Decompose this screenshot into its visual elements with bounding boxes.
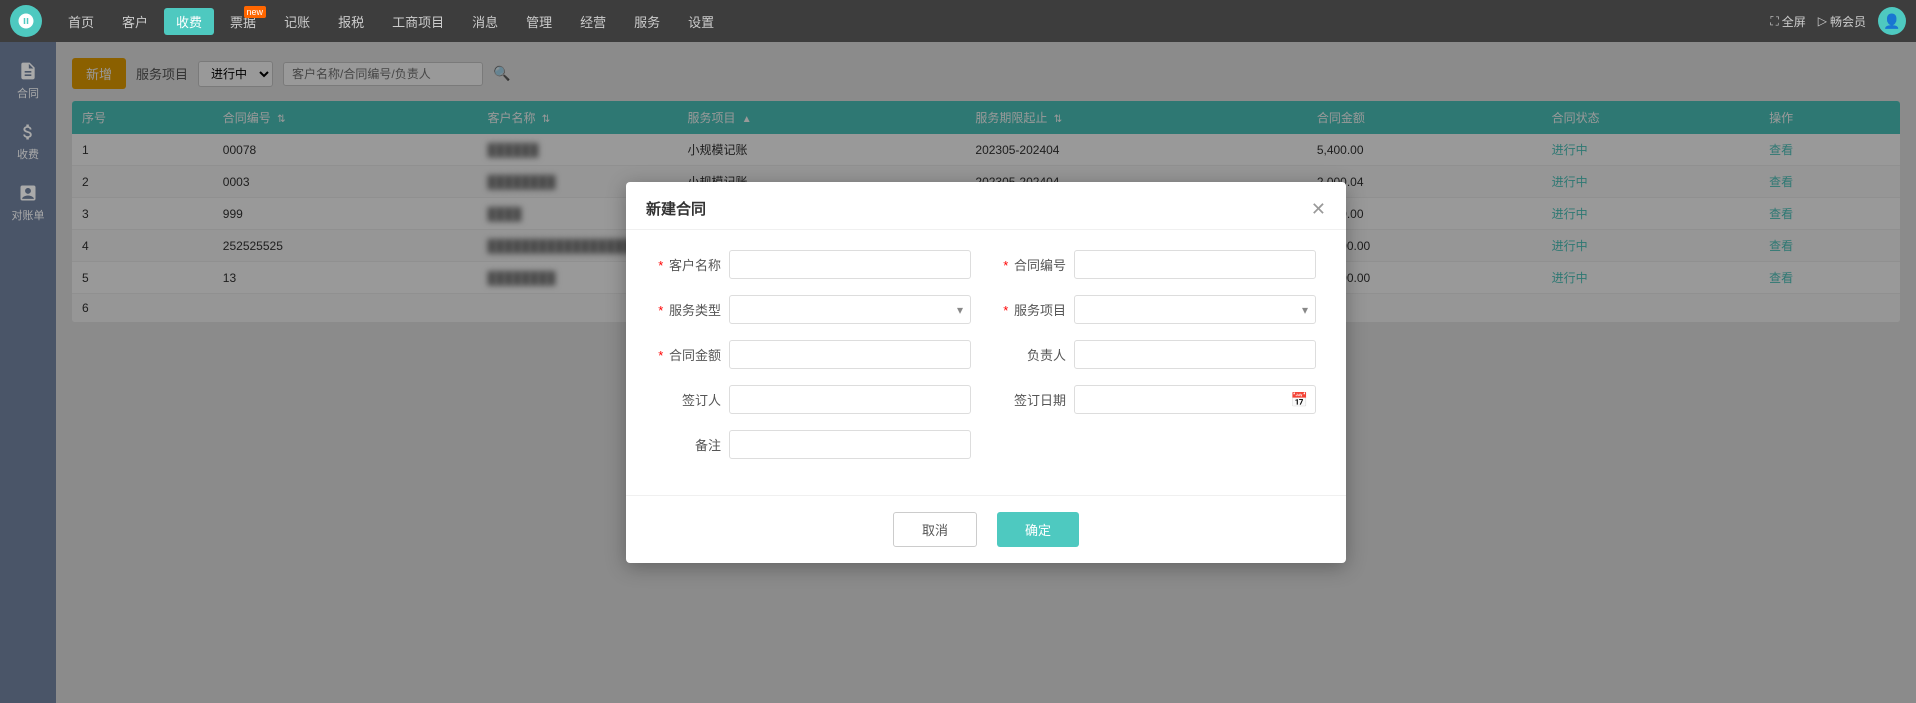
contract-icon <box>17 60 39 82</box>
sign-date-wrap: 2023-06-06 📅 <box>1074 385 1316 414</box>
form-row-2: * 服务类型 * 服务项目 <box>656 295 1316 324</box>
service-type-select-wrap <box>729 295 971 324</box>
signer-label: 签订人 <box>656 390 721 409</box>
customer-label: * 客户名称 <box>656 255 721 274</box>
service-item-select-wrap <box>1074 295 1316 324</box>
nav-admin[interactable]: 管理 <box>514 8 564 35</box>
nav-tax[interactable]: 报税 <box>326 8 376 35</box>
form-row-3: * 合同金额 0.00 负责人 <box>656 340 1316 369</box>
cancel-button[interactable]: 取消 <box>893 512 977 547</box>
fullscreen-icon: ⛶ <box>1770 14 1778 29</box>
form-group-amount: * 合同金额 0.00 <box>656 340 971 369</box>
sign-date-label: 签订日期 <box>1001 390 1066 409</box>
calendar-icon[interactable]: 📅 <box>1291 391 1308 408</box>
dialog-overlay: 新建合同 ✕ * 客户名称 <box>56 42 1916 703</box>
play-icon: ▷ <box>1818 14 1827 28</box>
nav-operation[interactable]: 经营 <box>568 8 618 35</box>
new-contract-dialog: 新建合同 ✕ * 客户名称 <box>626 182 1346 563</box>
fullscreen-btn[interactable]: ⛶ 全屏 <box>1770 13 1805 30</box>
avatar[interactable]: 👤 <box>1878 7 1906 35</box>
nav-message[interactable]: 消息 <box>460 8 510 35</box>
sidebar-item-statement[interactable]: 对账单 <box>0 174 56 231</box>
form-row-4: 签订人 签订日期 2023-06-06 📅 <box>656 385 1316 414</box>
amount-input[interactable]: 0.00 <box>729 340 971 369</box>
statement-icon <box>17 182 39 204</box>
nav-fee[interactable]: 收费 <box>164 8 214 35</box>
form-group-contract-no: * 合同编号 <box>1001 250 1316 279</box>
form-group-sign-date: 签订日期 2023-06-06 📅 <box>1001 385 1316 414</box>
sidebar-item-fee[interactable]: 收费 <box>0 113 56 170</box>
form-row-5: 备注 <box>656 430 1316 459</box>
form-group-empty <box>1001 430 1316 459</box>
service-item-select[interactable] <box>1074 295 1316 324</box>
content-area: 新增 服务项目 进行中 已完成 已终止 🔍 序号 合同编号 ⇅ 客户名称 ⇅ 服… <box>56 42 1916 703</box>
dialog-header: 新建合同 ✕ <box>626 182 1346 230</box>
nav-business[interactable]: 工商项目 <box>380 8 456 35</box>
nav-ticket[interactable]: 票据 new <box>218 8 268 35</box>
contract-no-label: * 合同编号 <box>1001 255 1066 274</box>
nav-home[interactable]: 首页 <box>56 8 106 35</box>
service-type-label: * 服务类型 <box>656 300 721 319</box>
form-group-responsible: 负责人 <box>1001 340 1316 369</box>
responsible-label: 负责人 <box>1001 345 1066 364</box>
dialog-footer: 取消 确定 <box>626 495 1346 563</box>
nav-bookkeeping[interactable]: 记账 <box>272 8 322 35</box>
form-row-1: * 客户名称 * 合同编号 <box>656 250 1316 279</box>
member-btn[interactable]: ▷ 畅会员 <box>1818 13 1866 30</box>
form-group-remark: 备注 <box>656 430 971 459</box>
new-badge: new <box>244 6 267 18</box>
sign-date-input[interactable]: 2023-06-06 <box>1074 385 1316 414</box>
signer-input[interactable] <box>729 385 971 414</box>
form-group-signer: 签订人 <box>656 385 971 414</box>
responsible-input[interactable] <box>1074 340 1316 369</box>
nav-right: ⛶ 全屏 ▷ 畅会员 👤 <box>1770 7 1906 35</box>
form-group-service-type: * 服务类型 <box>656 295 971 324</box>
fee-icon <box>17 121 39 143</box>
main-layout: 合同 收费 对账单 新增 服务项目 进行中 已完成 已终止 🔍 <box>0 42 1916 703</box>
sidebar-item-contract[interactable]: 合同 <box>0 52 56 109</box>
dialog-body: * 客户名称 * 合同编号 <box>626 230 1346 495</box>
form-group-customer: * 客户名称 <box>656 250 971 279</box>
form-group-service-item: * 服务项目 <box>1001 295 1316 324</box>
service-type-select[interactable] <box>729 295 971 324</box>
sidebar: 合同 收费 对账单 <box>0 42 56 703</box>
amount-label: * 合同金额 <box>656 345 721 364</box>
nav-service[interactable]: 服务 <box>622 8 672 35</box>
app-logo <box>10 5 42 37</box>
nav-settings[interactable]: 设置 <box>676 8 726 35</box>
confirm-button[interactable]: 确定 <box>997 512 1079 547</box>
remark-input[interactable] <box>729 430 971 459</box>
nav-customer[interactable]: 客户 <box>110 8 160 35</box>
customer-name-input[interactable] <box>729 250 971 279</box>
dialog-close-button[interactable]: ✕ <box>1311 200 1326 218</box>
remark-label: 备注 <box>656 435 721 454</box>
top-nav: 首页 客户 收费 票据 new 记账 报税 工商项目 消息 管理 经营 服务 设… <box>0 0 1916 42</box>
service-item-label: * 服务项目 <box>1001 300 1066 319</box>
contract-no-input[interactable] <box>1074 250 1316 279</box>
dialog-title: 新建合同 <box>646 198 706 219</box>
